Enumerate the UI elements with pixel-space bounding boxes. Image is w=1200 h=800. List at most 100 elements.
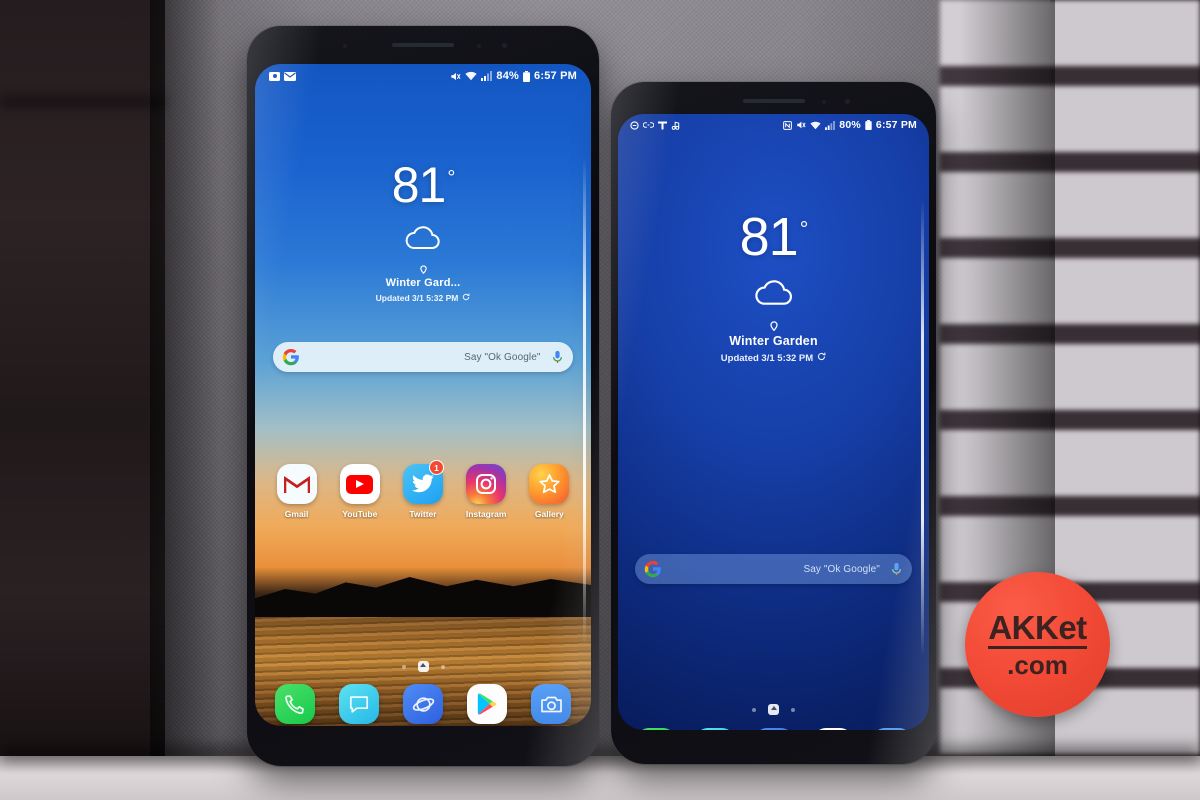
cloud-icon xyxy=(752,280,796,313)
battery-percent-left: 84% xyxy=(496,70,520,82)
proximity-sensor-icon xyxy=(477,44,481,48)
app-label: Gmail xyxy=(284,509,309,519)
dock-internet[interactable]: Internet xyxy=(397,684,449,726)
app-gallery[interactable]: Gallery xyxy=(523,464,575,519)
twitter-icon: 1 xyxy=(402,460,444,504)
temperature-right: 81° xyxy=(739,207,809,267)
curved-edge-highlight xyxy=(921,200,924,657)
signal-icon xyxy=(481,71,493,81)
weather-city-right: Winter Garden xyxy=(729,334,818,348)
dock-phone[interactable]: Phone xyxy=(269,684,321,726)
wifi-icon xyxy=(810,121,821,130)
page-indicator-right[interactable] xyxy=(618,704,929,715)
app-gmail[interactable]: Gmail xyxy=(271,464,323,519)
weather-widget-right[interactable]: 81° Winter Garden Updated 3/1 5:32 PM xyxy=(618,210,929,364)
refresh-icon[interactable] xyxy=(817,352,826,364)
left-shadow xyxy=(150,0,220,762)
front-camera-icon xyxy=(845,99,850,104)
page-indicator-left[interactable] xyxy=(255,661,591,672)
dock-messages[interactable]: Messages xyxy=(689,728,741,730)
top-bezel-hardware xyxy=(611,82,936,120)
app-twitter[interactable]: 1 Twitter xyxy=(397,460,449,519)
status-bar-left: 84% 6:57 PM xyxy=(255,64,591,88)
page-dot[interactable] xyxy=(791,707,795,712)
clock-left: 6:57 PM xyxy=(534,70,577,82)
akket-watermark: AKKet .com xyxy=(965,572,1110,717)
search-placeholder-right[interactable]: Say "Ok Google" xyxy=(662,564,890,575)
weather-updated-right: Updated 3/1 5:32 PM xyxy=(618,352,929,364)
refresh-icon[interactable] xyxy=(462,293,470,303)
weather-city-left: Winter Gard... xyxy=(385,277,461,289)
dock-internet[interactable]: Internet xyxy=(748,728,800,730)
google-search-bar-left[interactable]: Say "Ok Google" xyxy=(273,342,573,372)
weather-widget-left[interactable]: 81 ° Winter Gard... Updated 3/1 5:32 PM xyxy=(255,160,591,303)
app-label: Gallery xyxy=(534,509,564,519)
weather-condition xyxy=(255,226,591,257)
dock-phone[interactable]: Phone xyxy=(630,728,682,730)
curved-edge-highlight xyxy=(583,156,586,647)
dock-play-store[interactable]: Play Store xyxy=(461,684,513,726)
front-camera-icon xyxy=(502,43,507,48)
dark-panel-background xyxy=(0,0,165,760)
location-pin-icon xyxy=(255,265,591,274)
nfc-icon xyxy=(783,120,793,130)
photo-scene: 84% 6:57 PM 81 ° Winter Gard... Updated … xyxy=(0,0,1200,800)
tmobile-icon xyxy=(658,121,667,130)
internet-icon xyxy=(403,684,443,724)
location-pin-icon xyxy=(618,321,929,331)
earpiece-speaker xyxy=(742,99,805,103)
degree-symbol: ° xyxy=(447,167,455,190)
wallpaper-mountain-silhouette xyxy=(255,577,591,624)
screen-left[interactable]: 84% 6:57 PM 81 ° Winter Gard... Updated … xyxy=(255,64,591,726)
temperature-value: 81 xyxy=(739,207,799,267)
page-dot[interactable] xyxy=(401,664,406,669)
app-youtube[interactable]: YouTube xyxy=(334,464,386,519)
signal-icon xyxy=(825,120,836,130)
app-label: Instagram xyxy=(465,509,507,519)
camera-icon xyxy=(531,684,571,724)
watermark-name: AKKet xyxy=(988,610,1087,650)
battery-icon xyxy=(865,120,872,130)
google-g-icon xyxy=(282,348,300,366)
dock-camera[interactable]: Camera xyxy=(866,728,918,730)
link-icon xyxy=(643,121,654,129)
home-page-icon[interactable] xyxy=(768,704,779,715)
music-icon xyxy=(671,121,680,130)
dock-left[interactable]: Phone Messages xyxy=(255,684,591,726)
dock-play-store[interactable]: Play Store xyxy=(807,728,859,730)
gmail-icon xyxy=(276,464,317,504)
dock-right[interactable]: Phone Messages xyxy=(618,728,929,730)
google-g-icon xyxy=(644,560,662,578)
microphone-icon[interactable] xyxy=(890,562,903,576)
updated-text: Updated 3/1 5:32 PM xyxy=(720,352,814,364)
screen-right[interactable]: 80% 6:57 PM 81° Winter Garden Updated 3/… xyxy=(618,114,929,730)
app-instagram[interactable]: Instagram xyxy=(460,464,512,519)
twitter-badge: 1 xyxy=(428,460,444,475)
degree-symbol: ° xyxy=(799,216,809,241)
app-grid-left[interactable]: Gmail YouTube 1 Twitter Instagram Galler… xyxy=(255,460,591,519)
microphone-icon[interactable] xyxy=(551,350,564,364)
iris-scanner-icon xyxy=(343,44,347,48)
temperature-value: 81 xyxy=(391,157,447,213)
home-page-icon[interactable] xyxy=(417,661,429,672)
phone-left[interactable]: 84% 6:57 PM 81 ° Winter Gard... Updated … xyxy=(247,26,599,766)
messages-icon xyxy=(694,728,735,730)
google-search-bar-right[interactable]: Say "Ok Google" xyxy=(635,554,912,584)
page-dot[interactable] xyxy=(440,664,445,669)
temperature-left: 81 ° xyxy=(391,157,456,213)
dock-camera[interactable]: Camera xyxy=(525,684,577,726)
screen-recorder-icon xyxy=(269,71,280,81)
phone-right[interactable]: 80% 6:57 PM 81° Winter Garden Updated 3/… xyxy=(611,82,936,764)
page-dot[interactable] xyxy=(752,707,756,712)
search-placeholder-left[interactable]: Say "Ok Google" xyxy=(300,352,550,363)
instagram-icon xyxy=(466,464,507,504)
camera-icon xyxy=(871,728,912,730)
email-icon xyxy=(284,71,296,81)
mute-icon xyxy=(796,120,806,130)
internet-icon xyxy=(753,728,794,730)
mute-icon xyxy=(450,71,461,82)
dock-messages[interactable]: Messages xyxy=(333,684,385,726)
app-label: Twitter xyxy=(409,509,437,519)
weather-condition xyxy=(618,280,929,313)
youtube-icon xyxy=(339,464,380,504)
